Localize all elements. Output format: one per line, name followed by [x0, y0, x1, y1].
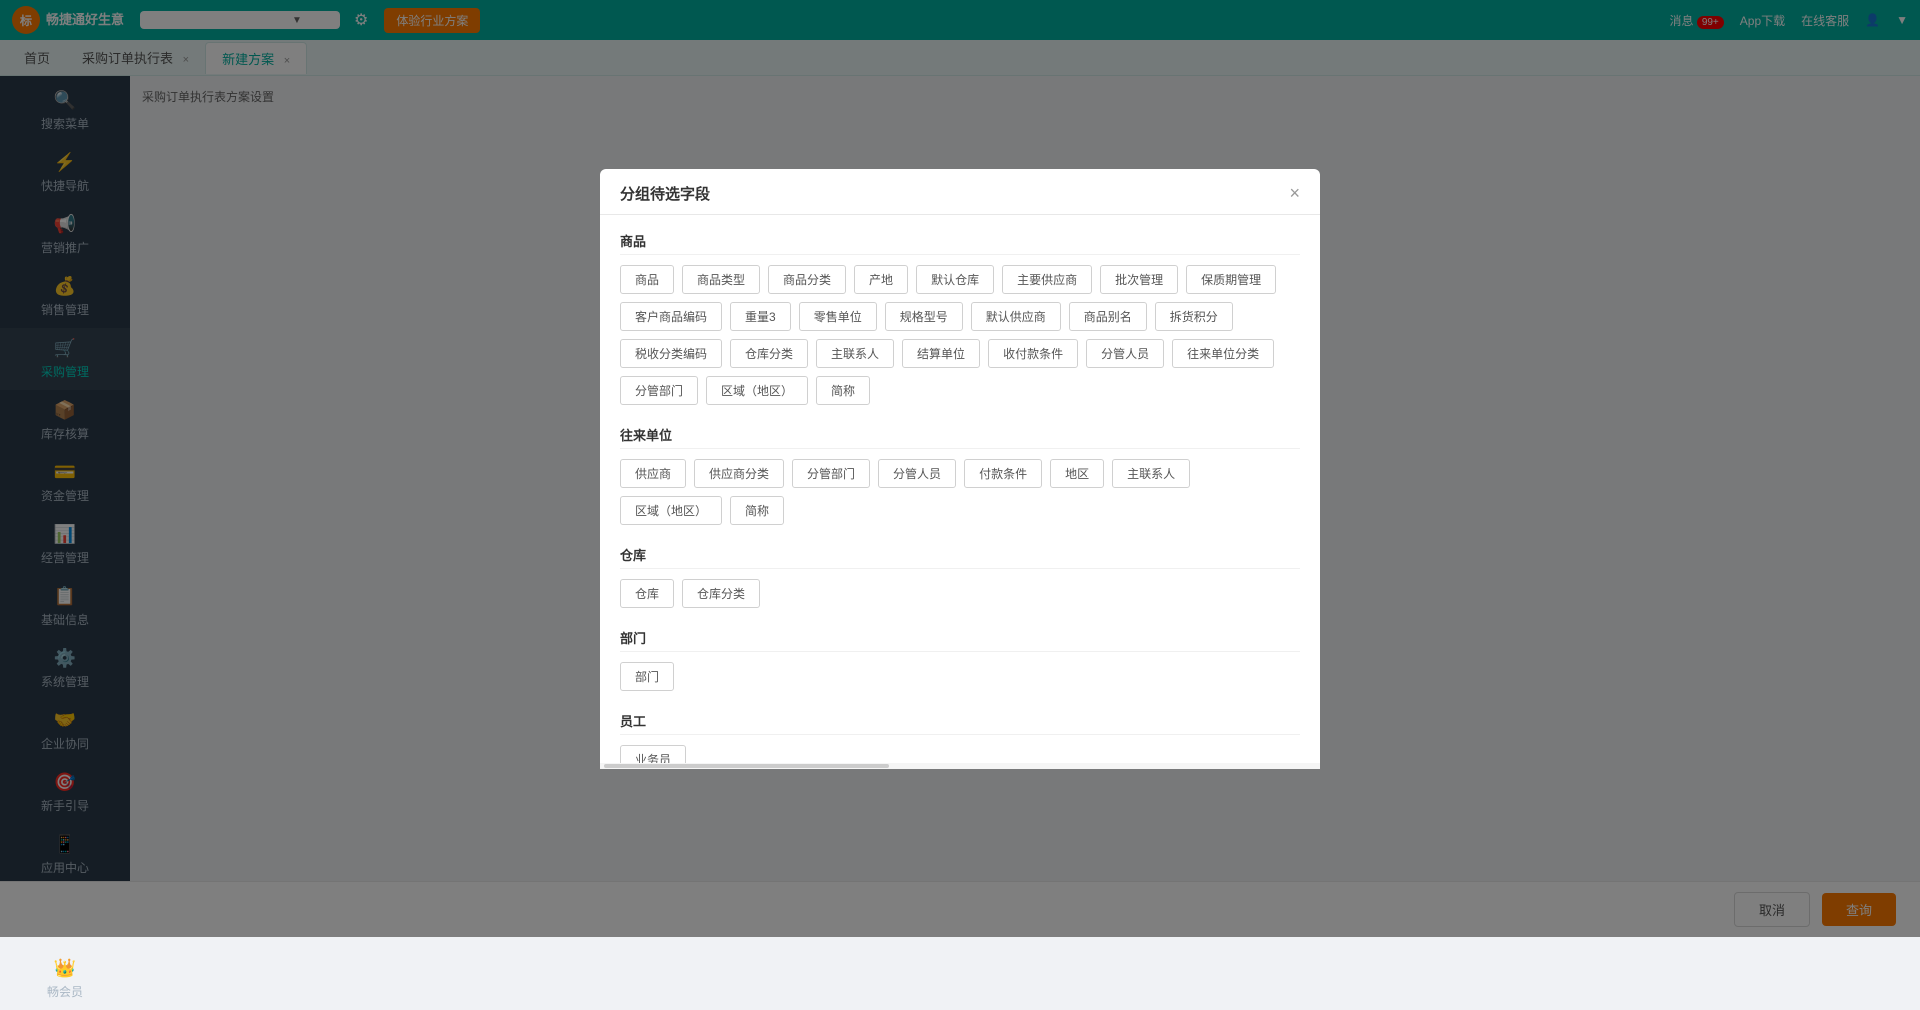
field-section-员工: 员工业务员 — [620, 711, 1300, 763]
field-tag[interactable]: 分管部门 — [792, 459, 870, 488]
field-section-往来单位: 往来单位供应商供应商分类分管部门分管人员付款条件地区主联系人区域（地区） 简称 — [620, 425, 1300, 525]
field-section-title: 部门 — [620, 628, 1300, 652]
field-tag[interactable]: 供应商 — [620, 459, 686, 488]
field-section-title: 员工 — [620, 711, 1300, 735]
crown-icon: 👑 — [54, 958, 76, 979]
field-tag[interactable]: 主要供应商 — [1002, 265, 1092, 294]
field-tag[interactable]: 商品别名 — [1069, 302, 1147, 331]
field-tag[interactable]: 结算单位 — [902, 339, 980, 368]
field-tag[interactable]: 零售单位 — [799, 302, 877, 331]
field-tag[interactable]: 批次管理 — [1100, 265, 1178, 294]
field-tag[interactable]: 分管部门 — [620, 376, 698, 405]
field-tag[interactable]: 主联系人 — [816, 339, 894, 368]
field-tags: 部门 — [620, 662, 1300, 691]
field-section-部门: 部门部门 — [620, 628, 1300, 691]
field-tag[interactable]: 默认仓库 — [916, 265, 994, 294]
field-tag[interactable]: 保质期管理 — [1186, 265, 1276, 294]
field-tag[interactable]: 简称 — [816, 376, 870, 405]
sidebar-item-member[interactable]: 👑 畅会员 — [0, 948, 130, 1010]
field-tag[interactable]: 客户商品编码 — [620, 302, 722, 331]
field-tag[interactable]: 规格型号 — [885, 302, 963, 331]
field-tags: 供应商供应商分类分管部门分管人员付款条件地区主联系人区域（地区） 简称 — [620, 459, 1300, 525]
field-tag[interactable]: 产地 — [854, 265, 908, 294]
modal-close-button[interactable]: × — [1289, 183, 1300, 204]
scrollbar-thumb — [604, 764, 889, 768]
field-tags: 商品商品类型商品分类产地默认仓库主要供应商批次管理保质期管理客户商品编码重量3 零… — [620, 265, 1300, 405]
field-tag[interactable]: 税收分类编码 — [620, 339, 722, 368]
field-section-title: 往来单位 — [620, 425, 1300, 449]
field-tag[interactable]: 商品分类 — [768, 265, 846, 294]
field-tag[interactable]: 仓库分类 — [730, 339, 808, 368]
field-tags: 业务员 — [620, 745, 1300, 763]
modal-body[interactable]: 商品商品商品类型商品分类产地默认仓库主要供应商批次管理保质期管理客户商品编码重量… — [600, 215, 1320, 763]
field-tag[interactable]: 重量3 — [730, 302, 791, 331]
field-tag[interactable]: 仓库分类 — [682, 579, 760, 608]
field-tag[interactable]: 商品类型 — [682, 265, 760, 294]
field-section-title: 仓库 — [620, 545, 1300, 569]
field-tag[interactable]: 简称 — [730, 496, 784, 525]
field-tag[interactable]: 分管人员 — [878, 459, 956, 488]
field-tag[interactable]: 区域（地区） — [620, 496, 722, 525]
field-tag[interactable]: 地区 — [1050, 459, 1104, 488]
field-tag[interactable]: 默认供应商 — [971, 302, 1061, 331]
field-tag[interactable]: 分管人员 — [1086, 339, 1164, 368]
field-section-商品: 商品商品商品类型商品分类产地默认仓库主要供应商批次管理保质期管理客户商品编码重量… — [620, 231, 1300, 405]
field-selection-modal: 分组待选字段 × 商品商品商品类型商品分类产地默认仓库主要供应商批次管理保质期管… — [600, 169, 1320, 769]
field-tag[interactable]: 区域（地区） — [706, 376, 808, 405]
modal-overlay: 分组待选字段 × 商品商品商品类型商品分类产地默认仓库主要供应商批次管理保质期管… — [0, 0, 1920, 937]
field-tag[interactable]: 拆货积分 — [1155, 302, 1233, 331]
modal-title: 分组待选字段 — [620, 183, 710, 204]
field-tag[interactable]: 业务员 — [620, 745, 686, 763]
field-tag[interactable]: 商品 — [620, 265, 674, 294]
field-tag[interactable]: 付款条件 — [964, 459, 1042, 488]
field-section-title: 商品 — [620, 231, 1300, 255]
field-section-仓库: 仓库仓库仓库分类 — [620, 545, 1300, 608]
field-tags: 仓库仓库分类 — [620, 579, 1300, 608]
field-tag[interactable]: 收付款条件 — [988, 339, 1078, 368]
field-tag[interactable]: 仓库 — [620, 579, 674, 608]
modal-header: 分组待选字段 × — [600, 169, 1320, 215]
field-tag[interactable]: 主联系人 — [1112, 459, 1190, 488]
horizontal-scrollbar[interactable] — [600, 763, 1320, 769]
field-tag[interactable]: 供应商分类 — [694, 459, 784, 488]
field-tag[interactable]: 部门 — [620, 662, 674, 691]
field-tag[interactable]: 往来单位分类 — [1172, 339, 1274, 368]
